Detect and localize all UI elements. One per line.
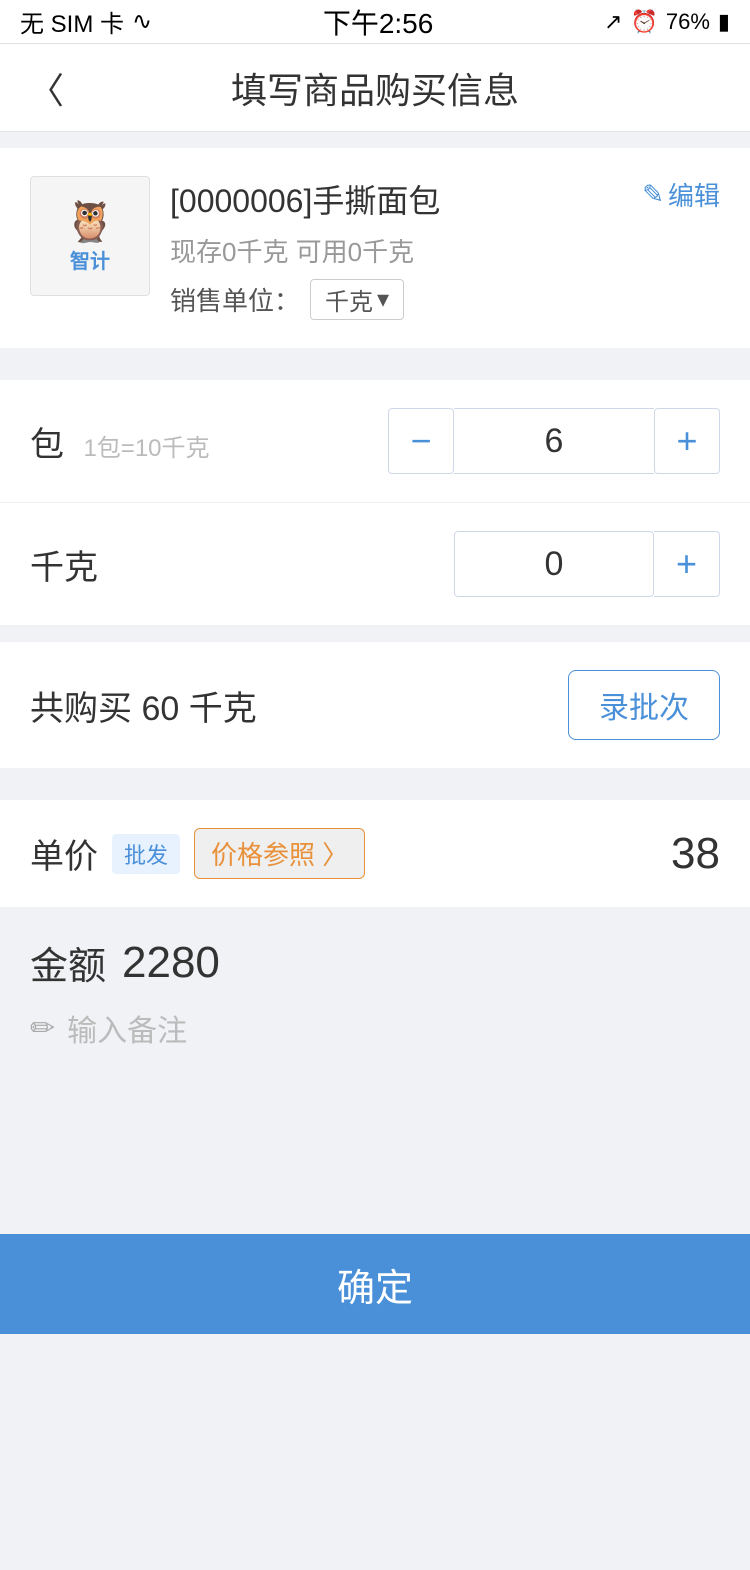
pack-quantity-input[interactable] [454,408,654,474]
pack-plus-button[interactable]: + [654,408,720,474]
divider-1 [0,348,750,364]
total-text: 共购买 60 千克 [30,681,257,730]
product-card: 🦉 智计 [0000006]手撕面包 现存0千克 可用0千克 销售单位： 千克 … [0,148,750,348]
product-thumbnail: 🦉 智计 [30,176,150,296]
pack-controls: − + [388,408,720,474]
unit-value: 千克 [325,282,373,317]
nav-bar: 〈 填写商品购买信息 [0,44,750,132]
sim-label: 无 SIM 卡 [20,4,124,39]
product-stock: 现存0千克 可用0千克 [170,232,622,269]
amount-value: 2280 [122,938,220,988]
remark-icon: ✏ [30,1011,55,1046]
price-left: 单价 批发 价格参照 〉 [30,828,365,879]
kg-controls: + [454,531,720,597]
battery-label: 76% [666,9,710,35]
pack-minus-button[interactable]: − [388,408,454,474]
kg-label: 千克 [30,540,454,589]
status-left: 无 SIM 卡 ∿ [20,4,152,39]
pack-hint: 1包=10千克 [83,435,209,462]
wifi-icon: ∿ [132,7,152,36]
amount-row: 金额 2280 [30,935,720,990]
price-row: 单价 批发 价格参照 〉 38 [30,828,720,879]
back-button[interactable]: 〈 [28,62,64,114]
product-info: [0000006]手撕面包 现存0千克 可用0千克 销售单位： 千克 ▾ [170,176,622,320]
wholesale-badge: 批发 [112,834,180,874]
edit-icon: ✎ [642,179,664,210]
price-value: 38 [671,829,720,879]
unit-badge[interactable]: 千克 ▾ [310,279,404,320]
kg-plus-button[interactable]: + [654,531,720,597]
pack-section: 包 1包=10千克 − + 千克 + [0,380,750,626]
divider-2 [0,768,750,784]
pack-label-text: 包 [30,426,64,464]
batch-button[interactable]: 录批次 [568,670,720,740]
total-row: 共购买 60 千克 录批次 [0,642,750,768]
amount-section: 金额 2280 ✏ 输入备注 [0,907,750,1070]
pack-label: 包 1包=10千克 [30,417,388,466]
alarm-icon: ⏰ [630,9,657,35]
status-bar: 无 SIM 卡 ∿ 下午2:56 ↗ ⏰ 76% ▮ [0,0,750,44]
confirm-label: 确定 [337,1257,413,1312]
price-ref-button[interactable]: 价格参照 〉 [194,828,365,879]
location-icon: ↗ [604,9,622,35]
confirm-button[interactable]: 确定 [0,1234,750,1334]
remark-row[interactable]: ✏ 输入备注 [30,1006,720,1050]
price-section: 单价 批发 价格参照 〉 38 [0,800,750,907]
amount-label: 金额 [30,935,106,990]
status-right: ↗ ⏰ 76% ▮ [604,9,730,35]
unit-chevron-icon: ▾ [377,285,389,314]
edit-button[interactable]: ✎ 编辑 [642,176,720,213]
remark-placeholder[interactable]: 输入备注 [67,1006,187,1050]
edit-label: 编辑 [668,176,720,213]
battery-icon: ▮ [718,9,730,35]
price-label: 单价 [30,829,98,878]
kg-quantity-input[interactable] [454,531,654,597]
page-title: 填写商品购买信息 [231,62,519,114]
kg-qty-row: 千克 + [0,503,750,626]
unit-label: 销售单位： [170,281,300,318]
product-logo: 🦉 智计 [65,198,115,274]
pack-qty-row: 包 1包=10千克 − + [0,380,750,503]
product-name: [0000006]手撕面包 [170,176,622,222]
status-time: 下午2:56 [323,2,434,42]
product-unit-row: 销售单位： 千克 ▾ [170,279,622,320]
